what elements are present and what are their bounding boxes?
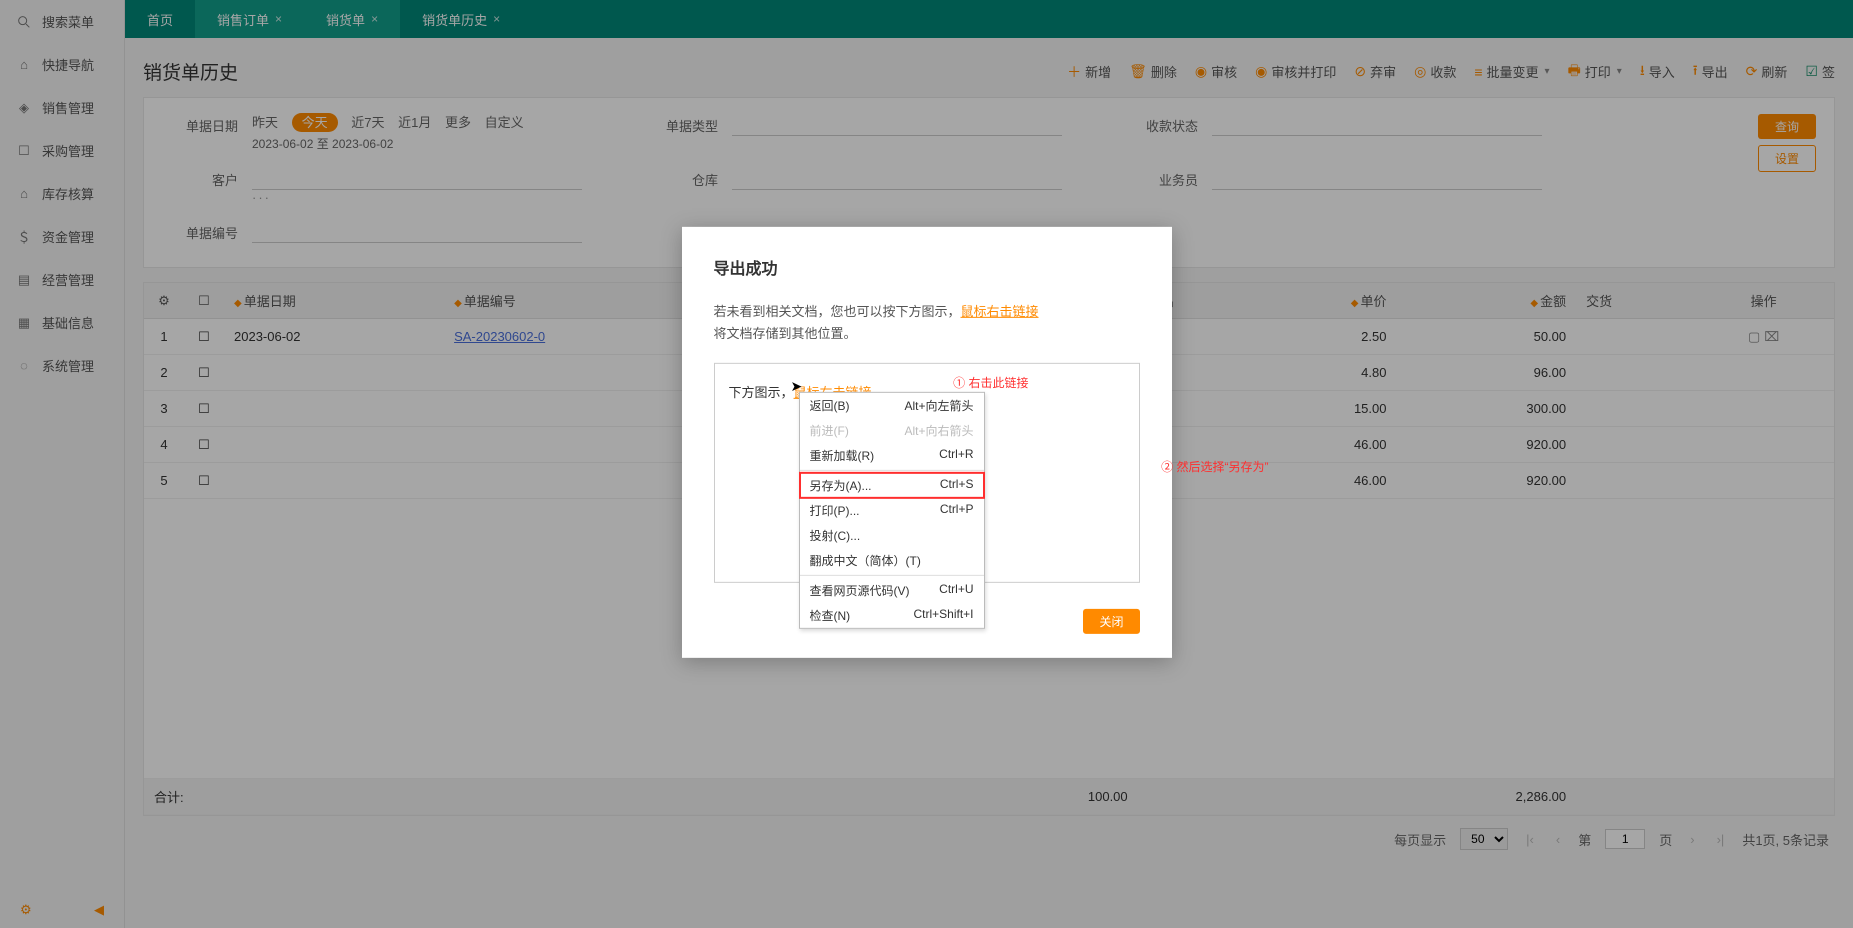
close-button[interactable]: 关闭 bbox=[1083, 609, 1139, 634]
menu-item: 检查(N)Ctrl+Shift+I bbox=[800, 603, 984, 628]
menu-item: 打印(P)...Ctrl+P bbox=[800, 498, 984, 523]
menu-item: 返回(B)Alt+向左箭头 bbox=[800, 393, 984, 418]
hint-1: ① 右击此链接 bbox=[953, 374, 1028, 391]
menu-item: 前进(F)Alt+向右箭头 bbox=[800, 418, 984, 443]
modal-text: 若未看到相关文档，您也可以按下方图示，鼠标右击链接 将文档存储到其他位置。 bbox=[714, 301, 1140, 345]
menu-item: 投射(C)... bbox=[800, 523, 984, 548]
context-demo: 下方图示，鼠标右击链接 ➤ ① 右击此链接 ② 然后选择“另存为” 返回(B)A… bbox=[714, 363, 1140, 583]
context-menu: 返回(B)Alt+向左箭头前进(F)Alt+向右箭头重新加载(R)Ctrl+R 另… bbox=[799, 392, 985, 629]
menu-item: 重新加载(R)Ctrl+R bbox=[800, 443, 984, 468]
hint-2: ② 然后选择“另存为” bbox=[1161, 458, 1268, 475]
export-success-modal: 导出成功 若未看到相关文档，您也可以按下方图示，鼠标右击链接 将文档存储到其他位… bbox=[682, 227, 1172, 658]
modal-title: 导出成功 bbox=[714, 255, 1140, 279]
menu-item: 查看网页源代码(V)Ctrl+U bbox=[800, 578, 984, 603]
menu-item: 另存为(A)...Ctrl+S bbox=[800, 473, 984, 498]
menu-item: 翻成中文（简体）(T) bbox=[800, 548, 984, 573]
right-click-link[interactable]: 鼠标右击链接 bbox=[961, 304, 1039, 319]
